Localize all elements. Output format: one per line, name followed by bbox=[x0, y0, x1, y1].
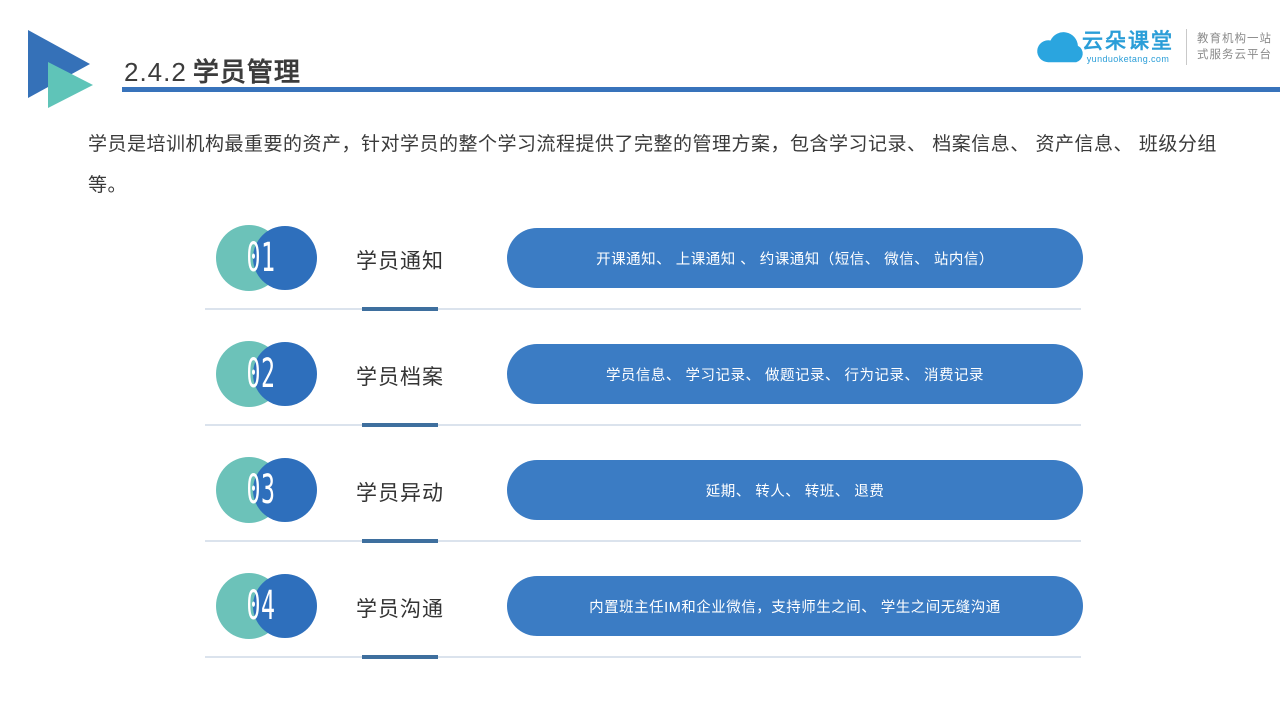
brand-text: 云朵课堂 yunduoketang.com bbox=[1082, 30, 1174, 64]
title-underline bbox=[122, 87, 1280, 92]
row-number: 02 bbox=[246, 353, 276, 395]
slide-page: 2.4.2学员管理 云朵课堂 yunduoketang.com 教育机构一站 式… bbox=[0, 0, 1280, 720]
cloud-icon bbox=[1034, 26, 1088, 68]
row-description-pill: 开课通知、 上课通知 、 约课通知（短信、 微信、 站内信） bbox=[507, 228, 1083, 288]
row-description-pill: 学员信息、 学习记录、 做题记录、 行为记录、 消费记录 bbox=[507, 344, 1083, 404]
row-number: 04 bbox=[246, 585, 276, 627]
row-separator-accent bbox=[362, 423, 438, 427]
section-title: 学员管理 bbox=[193, 57, 301, 87]
row-separator-accent bbox=[362, 539, 438, 543]
feature-row-1: 01 学员通知 开课通知、 上课通知 、 约课通知（短信、 微信、 站内信） bbox=[205, 200, 1083, 316]
row-description: 内置班主任IM和企业微信，支持师生之间、 学生之间无缝沟通 bbox=[589, 596, 1001, 617]
row-separator bbox=[205, 424, 1081, 426]
row-label: 学员沟通 bbox=[335, 593, 465, 623]
row-separator bbox=[205, 656, 1081, 658]
feature-row-3: 03 学员异动 延期、 转人、 转班、 退费 bbox=[205, 432, 1083, 548]
brand-name: 云朵课堂 bbox=[1082, 30, 1174, 54]
triangle-logo-teal bbox=[48, 62, 93, 108]
row-label: 学员异动 bbox=[335, 477, 465, 507]
page-title: 2.4.2学员管理 bbox=[124, 52, 301, 89]
brand-tagline: 教育机构一站 式服务云平台 bbox=[1197, 31, 1272, 63]
feature-row-4: 04 学员沟通 内置班主任IM和企业微信，支持师生之间、 学生之间无缝沟通 bbox=[205, 548, 1083, 664]
brand-logo: 云朵课堂 yunduoketang.com 教育机构一站 式服务云平台 bbox=[1034, 26, 1272, 68]
row-description: 学员信息、 学习记录、 做题记录、 行为记录、 消费记录 bbox=[606, 364, 984, 385]
brand-tagline-line2: 式服务云平台 bbox=[1197, 47, 1272, 63]
row-description: 延期、 转人、 转班、 退费 bbox=[706, 480, 885, 501]
feature-row-2: 02 学员档案 学员信息、 学习记录、 做题记录、 行为记录、 消费记录 bbox=[205, 316, 1083, 432]
row-label: 学员档案 bbox=[335, 361, 465, 391]
row-description: 开课通知、 上课通知 、 约课通知（短信、 微信、 站内信） bbox=[596, 248, 994, 269]
brand-divider bbox=[1186, 29, 1187, 65]
row-separator-accent bbox=[362, 655, 438, 659]
feature-list: 01 学员通知 开课通知、 上课通知 、 约课通知（短信、 微信、 站内信） 0… bbox=[205, 200, 1083, 664]
row-label: 学员通知 bbox=[335, 245, 465, 275]
row-separator bbox=[205, 540, 1081, 542]
brand-tagline-line1: 教育机构一站 bbox=[1197, 31, 1272, 47]
section-number: 2.4.2 bbox=[124, 57, 187, 87]
row-separator-accent bbox=[362, 307, 438, 311]
row-description-pill: 延期、 转人、 转班、 退费 bbox=[507, 460, 1083, 520]
row-separator bbox=[205, 308, 1081, 310]
brand-domain: yunduoketang.com bbox=[1087, 54, 1169, 64]
row-number: 01 bbox=[246, 237, 276, 279]
row-number: 03 bbox=[246, 469, 276, 511]
row-description-pill: 内置班主任IM和企业微信，支持师生之间、 学生之间无缝沟通 bbox=[507, 576, 1083, 636]
intro-paragraph: 学员是培训机构最重要的资产，针对学员的整个学习流程提供了完整的管理方案，包含学习… bbox=[88, 124, 1218, 206]
